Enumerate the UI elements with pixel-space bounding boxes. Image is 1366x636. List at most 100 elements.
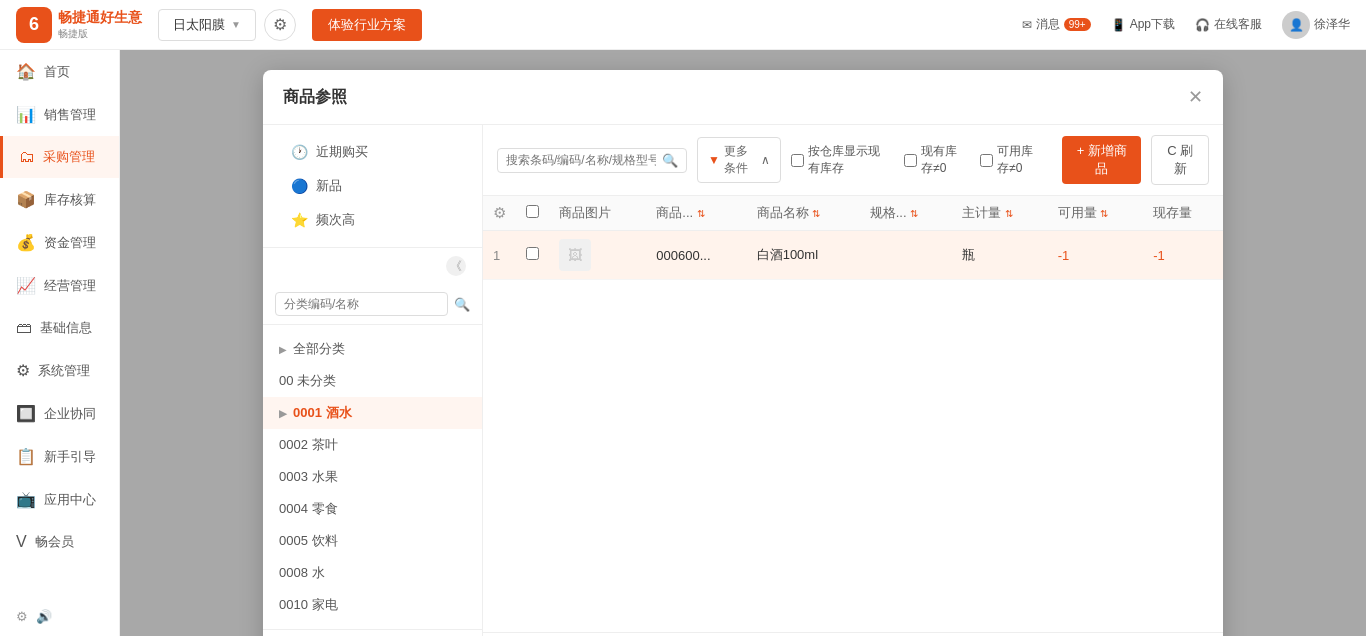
modal-title: 商品参照 (283, 87, 347, 108)
left-nav-frequent-label: 频次高 (316, 211, 355, 229)
sidebar-item-stock[interactable]: 📦 库存核算 (0, 178, 119, 221)
category-search-input[interactable] (275, 292, 448, 316)
checkbox-warehouse-stock[interactable]: 按仓库显示现有库存 (791, 143, 890, 177)
product-search-input[interactable] (506, 153, 656, 167)
product-table-container: ⚙ 商品图片 商品... ⇅ 商品名称 ⇅ (483, 196, 1223, 632)
sidebar-item-finance[interactable]: 💰 资金管理 (0, 221, 119, 264)
sidebar-item-home[interactable]: 🏠 首页 (0, 50, 119, 93)
filter-arrow: ∧ (761, 153, 770, 167)
cat-snack[interactable]: 0004 零食 (263, 493, 482, 525)
sidebar-item-basic[interactable]: 🗃 基础信息 (0, 307, 119, 349)
cat-tea[interactable]: 0002 茶叶 (263, 429, 482, 461)
filter-icon: ▼ (708, 153, 720, 167)
col-name-header[interactable]: 商品名称 ⇅ (747, 196, 860, 231)
cat-water-label: 0008 水 (279, 564, 325, 582)
left-nav-frequent[interactable]: ⭐ 频次高 (275, 203, 470, 237)
operations-icon: 📈 (16, 276, 36, 295)
cat-liquor[interactable]: ▶ 0001 酒水 (263, 397, 482, 429)
top-nav: 6 畅捷通好生意 畅捷版 日太阳膜 ▼ ⚙ 体验行业方案 ✉ 消息 99+ 📱 … (0, 0, 1366, 50)
app-download-button[interactable]: 📱 App下载 (1111, 16, 1175, 33)
cat-water[interactable]: 0008 水 (263, 557, 482, 589)
cat-all[interactable]: ▶ 全部分类 (263, 333, 482, 365)
filter-button[interactable]: ▼ 更多条件 ∧ (697, 137, 781, 183)
left-nav-new[interactable]: 🔵 新品 (275, 169, 470, 203)
select-all-checkbox[interactable] (526, 205, 539, 218)
sidebar-item-member[interactable]: V 畅会员 (0, 521, 119, 563)
checkbox-warehouse-input[interactable] (791, 154, 804, 167)
sidebar-item-apps[interactable]: 📺 应用中心 (0, 478, 119, 521)
settings-button[interactable]: ⚙ (264, 9, 296, 41)
table-header-row: ⚙ 商品图片 商品... ⇅ 商品名称 ⇅ (483, 196, 1223, 231)
left-panel: 🕐 近期购买 🔵 新品 ⭐ 频次高 《 (263, 125, 483, 636)
cat-uncategorized[interactable]: 00 未分类 (263, 365, 482, 397)
row-checkbox[interactable] (516, 231, 549, 280)
demo-button[interactable]: 体验行业方案 (312, 9, 422, 41)
selector-arrow: ▼ (231, 19, 241, 30)
col-code-header[interactable]: 商品... ⇅ (646, 196, 746, 231)
sidebar-label-operations: 经营管理 (44, 277, 96, 295)
row-stock: -1 (1143, 231, 1223, 280)
add-product-button[interactable]: + 新增商品 (1062, 136, 1141, 184)
message-button[interactable]: ✉ 消息 99+ (1022, 16, 1091, 33)
col-available-header[interactable]: 可用量 ⇅ (1048, 196, 1143, 231)
message-icon: ✉ (1022, 18, 1032, 32)
speaker-icon: 🔊 (36, 609, 52, 624)
col-settings[interactable]: ⚙ (483, 196, 516, 231)
table-row[interactable]: 1 🖼 000600... 白酒100ml (483, 231, 1223, 280)
sidebar-item-guide[interactable]: 📋 新手引导 (0, 435, 119, 478)
toolbar: 🔍 ▼ 更多条件 ∧ 按仓库显示现有库存 (483, 125, 1223, 196)
message-label: 消息 (1036, 16, 1060, 33)
col-spec-sort: ⇅ (910, 208, 918, 219)
checkbox-warehouse-label: 按仓库显示现有库存 (808, 143, 890, 177)
sidebar-item-sales[interactable]: 📊 销售管理 (0, 93, 119, 136)
online-service-button[interactable]: 🎧 在线客服 (1195, 16, 1262, 33)
cat-uncategorized-label: 00 未分类 (279, 372, 336, 390)
img-placeholder-icon: 🖼 (568, 247, 582, 263)
sidebar-label-finance: 资金管理 (44, 234, 96, 252)
sidebar: 🏠 首页 📊 销售管理 🗂 采购管理 📦 库存核算 💰 资金管理 📈 经营管理 … (0, 50, 120, 636)
user-area[interactable]: 👤 徐泽华 (1282, 11, 1350, 39)
refresh-button[interactable]: C 刷新 (1151, 135, 1209, 185)
row-image: 🖼 (549, 231, 646, 280)
username: 徐泽华 (1314, 16, 1350, 33)
checkbox-available-label: 可用库存≠0 (997, 143, 1042, 177)
col-available-sort: ⇅ (1100, 208, 1108, 219)
modal-close-button[interactable]: ✕ (1188, 86, 1203, 108)
modal-header: 商品参照 ✕ (263, 70, 1223, 125)
sidebar-bottom[interactable]: ⚙ 🔊 (0, 597, 119, 636)
left-nav: 🕐 近期购买 🔵 新品 ⭐ 频次高 (263, 135, 482, 248)
nav-right: ✉ 消息 99+ 📱 App下载 🎧 在线客服 👤 徐泽华 (1022, 11, 1350, 39)
store-selector[interactable]: 日太阳膜 ▼ (158, 9, 256, 41)
cat-tea-label: 0002 茶叶 (279, 436, 338, 454)
cat-appliance[interactable]: 0010 家电 (263, 589, 482, 621)
basic-icon: 🗃 (16, 319, 32, 337)
collapse-button[interactable]: 《 (446, 256, 466, 276)
left-nav-recent[interactable]: 🕐 近期购买 (275, 135, 470, 169)
cat-drink[interactable]: 0005 饮料 (263, 525, 482, 557)
cat-fruit[interactable]: 0003 水果 (263, 461, 482, 493)
logo-main: 畅捷通好生意 (58, 9, 142, 27)
col-available-label: 可用量 (1058, 205, 1097, 220)
checkbox-available-input[interactable] (980, 154, 993, 167)
col-spec-header[interactable]: 规格... ⇅ (860, 196, 953, 231)
sidebar-item-enterprise[interactable]: 🔲 企业协同 (0, 392, 119, 435)
cat-drink-label: 0005 饮料 (279, 532, 338, 550)
sidebar-label-stock: 库存核算 (44, 191, 96, 209)
sidebar-item-purchase[interactable]: 🗂 采购管理 (0, 136, 119, 178)
col-unit-header[interactable]: 主计量 ⇅ (952, 196, 1047, 231)
category-search-icon[interactable]: 🔍 (454, 297, 470, 312)
col-checkbox-header[interactable] (516, 196, 549, 231)
checkbox-available-stock[interactable]: 可用库存≠0 (980, 143, 1042, 177)
col-code-sort: ⇅ (697, 208, 705, 219)
enterprise-icon: 🔲 (16, 404, 36, 423)
product-table: ⚙ 商品图片 商品... ⇅ 商品名称 ⇅ (483, 196, 1223, 280)
sidebar-item-system[interactable]: ⚙ 系统管理 (0, 349, 119, 392)
sidebar-label-guide: 新手引导 (44, 448, 96, 466)
sidebar-label-apps: 应用中心 (44, 491, 96, 509)
col-unit-label: 主计量 (962, 205, 1001, 220)
checkbox-nonzero-stock[interactable]: 现有库存≠0 (904, 143, 966, 177)
row-unit: 瓶 (952, 231, 1047, 280)
product-search-icon[interactable]: 🔍 (662, 153, 678, 168)
checkbox-nonzero-input[interactable] (904, 154, 917, 167)
sidebar-item-operations[interactable]: 📈 经营管理 (0, 264, 119, 307)
